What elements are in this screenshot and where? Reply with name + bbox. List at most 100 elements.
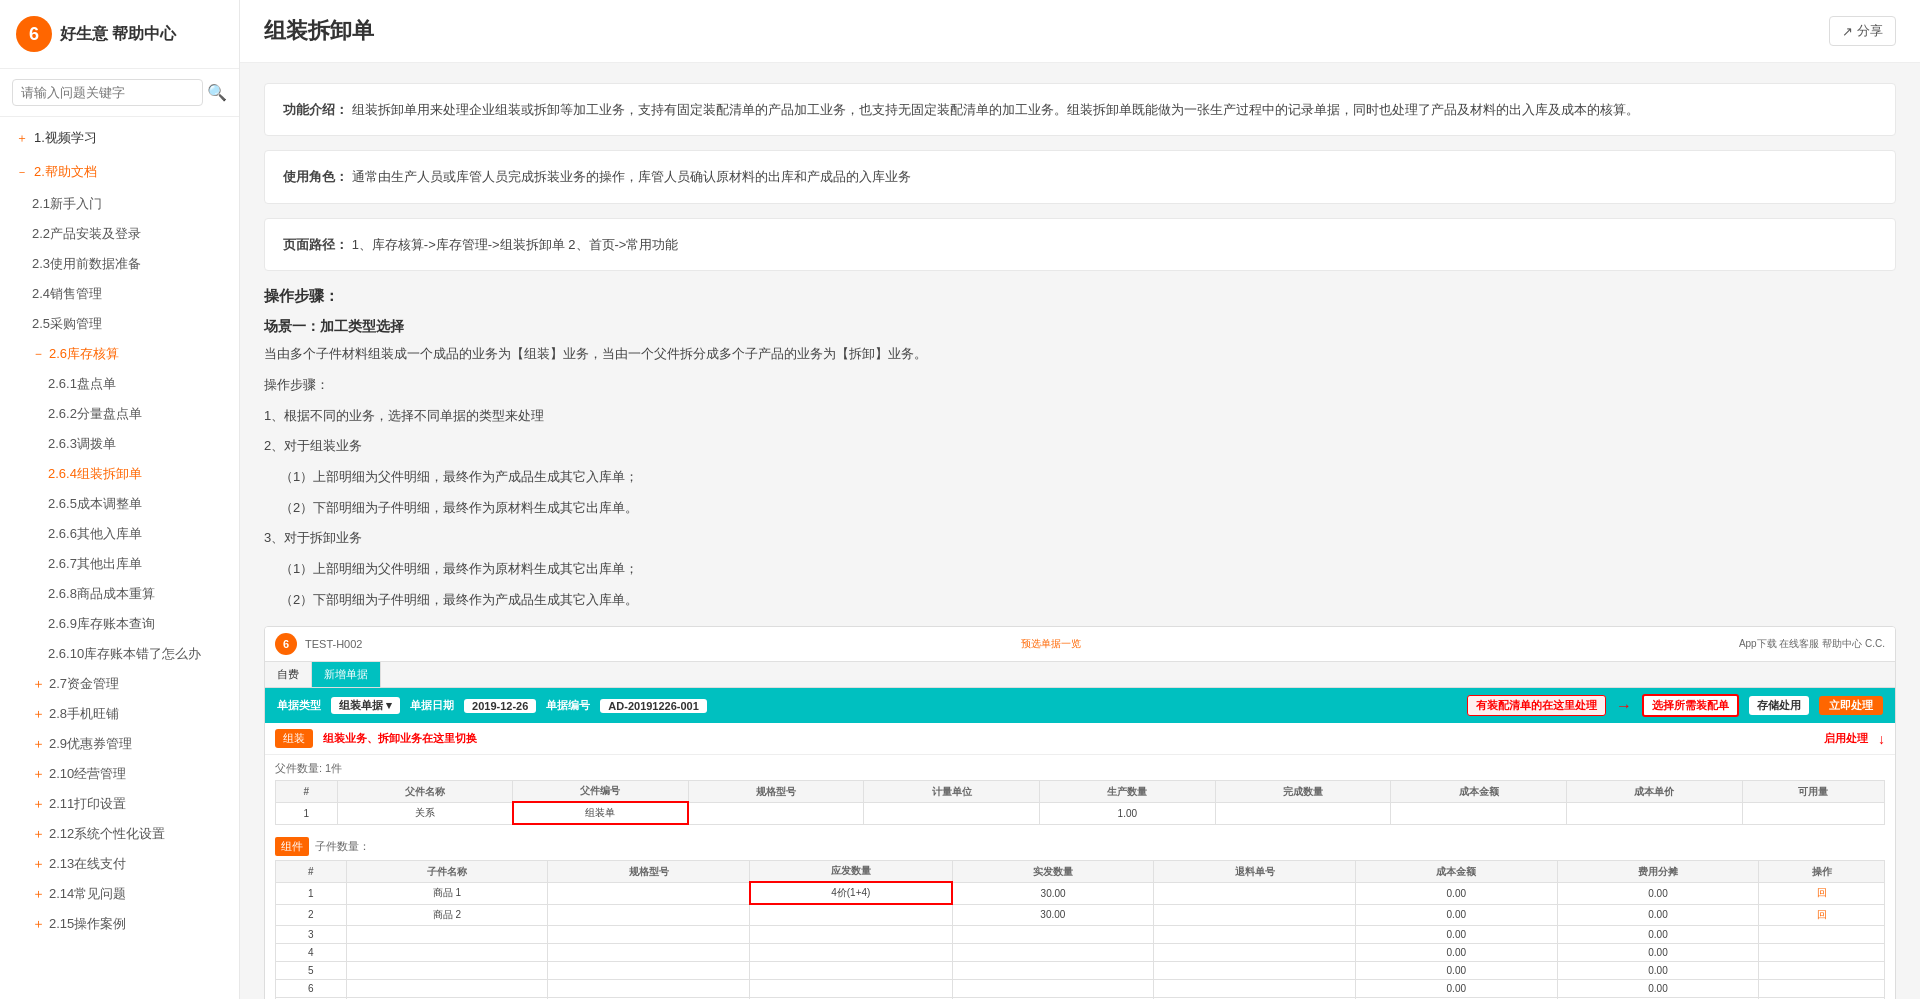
sidebar-item-2.7[interactable]: ＋ 2.7资金管理 [0,669,239,699]
sidebar-item-video[interactable]: ＋ 1.视频学习 [0,121,239,155]
steps-title: 操作步骤： [264,287,1896,306]
scene1-desc: 当由多个子件材料组装成一个成品的业务为【组装】业务，当由一个父件拆分成多个子产品… [264,342,1896,367]
table-row: 2 商品 2 30.00 0.00 0.00 回 [276,904,1885,925]
sidebar-item-2.13[interactable]: ＋ 2.13在线支付 [0,849,239,879]
table-row: 1 关系 组装单 1.00 [276,802,1885,824]
sidebar-item-2.14[interactable]: ＋ 2.14常见问题 [0,879,239,909]
search-button[interactable]: 🔍 [207,83,227,102]
sidebar-item-sales[interactable]: 2.4销售管理 [0,279,239,309]
teal-header-bar: 单据类型 组装单据 ▾ 单据日期 2019-12-26 单据编号 AD-2019… [265,688,1895,723]
col-produce-qty: 生产数量 [1040,781,1216,803]
col-done-qty: 完成数量 [1215,781,1391,803]
step1-text: 1、根据不同的业务，选择不同单据的类型来处理 [264,404,1896,429]
minus-icon-inventory: － [32,345,45,363]
plus-icon-2.10: ＋ [32,765,45,783]
action-link-1[interactable]: 回 [1817,887,1827,898]
tab-self-pay[interactable]: 自费 [265,662,312,687]
scene1-title: 场景一：加工类型选择 [264,318,1896,336]
sidebar-item-2.8[interactable]: ＋ 2.8手机旺铺 [0,699,239,729]
plus-icon-2.9: ＋ [32,735,45,753]
sidebar-logo: 6 好生意 帮助中心 [0,0,239,69]
sidebar-item-2.6.1[interactable]: 2.6.1盘点单 [0,369,239,399]
sidebar-item-data-prep[interactable]: 2.3使用前数据准备 [0,249,239,279]
date-value: 2019-12-26 [464,699,536,713]
sidebar-item-2.6.3[interactable]: 2.6.3调拨单 [0,429,239,459]
app-top-bar: 6 TEST-H002 预选单据一览 App下载 在线客服 帮助中心 C.C. [265,627,1895,662]
doc-type-value[interactable]: 组装单据 ▾ [331,697,400,714]
sidebar-item-purchase[interactable]: 2.5采购管理 [0,309,239,339]
path-label: 页面路径： [283,237,348,252]
app-top-right: App下载 在线客服 帮助中心 C.C. [1739,637,1885,651]
sidebar: 6 好生意 帮助中心 🔍 ＋ 1.视频学习 － 2.帮助文档 2.1新手入门 2… [0,0,240,999]
share-button[interactable]: ↗ 分享 [1829,16,1896,46]
sidebar-item-2.6.4[interactable]: 2.6.4组装拆卸单 [0,459,239,489]
upper-table-area: 父件数量: 1件 # 父件名称 父件编号 规格型号 计量单位 生产数量 完成数量… [265,755,1895,831]
plus-icon-2.15: ＋ [32,915,45,933]
sidebar-item-2.6.10[interactable]: 2.6.10库存账本错了怎么办 [0,639,239,669]
enable-annotation: 启用处理 [1824,731,1868,746]
col-parent-code: 父件编号 [513,781,689,803]
date-label: 单据日期 [410,698,454,713]
sidebar-item-inventory[interactable]: － 2.6库存核算 [0,339,239,369]
sidebar-item-2.6.5[interactable]: 2.6.5成本调整单 [0,489,239,519]
main-content-area: 组装拆卸单 ↗ 分享 功能介绍： 组装拆卸单用来处理企业组装或拆卸等加工业务，支… [240,0,1920,999]
step3-text: 3、对于拆卸业务 [264,526,1896,551]
sidebar-item-2.6.7[interactable]: 2.6.7其他出库单 [0,549,239,579]
nav-section: ＋ 1.视频学习 － 2.帮助文档 2.1新手入门 2.2产品安装及登录 2.3… [0,117,239,943]
sidebar-item-2.12[interactable]: ＋ 2.12系统个性化设置 [0,819,239,849]
func-intro-label: 功能介绍： [283,102,348,117]
sidebar-item-2.6.6[interactable]: 2.6.6其他入库单 [0,519,239,549]
annotation2-box: 选择所需装配单 [1642,694,1739,717]
sidebar-item-2.6.2[interactable]: 2.6.2分量盘点单 [0,399,239,429]
sidebar-search-area: 🔍 [0,69,239,117]
action-button[interactable]: 立即处理 [1819,696,1883,715]
sidebar-item-2.10[interactable]: ＋ 2.10经营管理 [0,759,239,789]
path-text: 1、库存核算->库存管理->组装拆卸单 2、首页->常用功能 [352,237,679,252]
app-logo: 6 [275,633,297,655]
app-new-doc-btn[interactable]: 预选单据一览 [1021,637,1081,651]
lower-table-area: 组件 子件数量： # 子件名称 规格型号 应发数量 实发数量 退料单号 成本金额 [265,831,1895,999]
lower-table: # 子件名称 规格型号 应发数量 实发数量 退料单号 成本金额 费用分摊 操作 [275,860,1885,999]
step2-1-text: （1）上部明细为父件明细，最终作为产成品生成其它入库单； [280,465,1896,490]
arrow1: → [1616,697,1632,715]
app-id: TEST-H002 [305,638,362,650]
sidebar-item-2.11[interactable]: ＋ 2.11打印设置 [0,789,239,819]
func-intro-text: 组装拆卸单用来处理企业组装或拆卸等加工业务，支持有固定装配清单的产品加工业务，也… [352,102,1639,117]
table-row: 40.000.00 [276,943,1885,961]
tab-new-doc[interactable]: 新增单据 [312,662,381,687]
annotation3-value[interactable]: 存储处用 [1749,696,1809,715]
sidebar-item-docs[interactable]: － 2.帮助文档 [0,155,239,189]
steps-label2: 操作步骤： [264,373,1896,398]
plus-icon-2.7: ＋ [32,675,45,693]
arrow-enable: ↓ [1878,731,1885,747]
upper-table-label: 父件数量: 1件 [275,761,1885,776]
share-icon: ↗ [1842,24,1853,39]
sidebar-item-install[interactable]: 2.2产品安装及登录 [0,219,239,249]
plus-icon-2.12: ＋ [32,825,45,843]
col-cost-price: 成本单价 [1566,781,1742,803]
sidebar-item-2.6.8[interactable]: 2.6.8商品成本重算 [0,579,239,609]
plus-icon-2.8: ＋ [32,705,45,723]
step2-text: 2、对于组装业务 [264,434,1896,459]
step3-2-text: （2）下部明细为子件明细，最终作为产成品生成其它入库单。 [280,588,1896,613]
action-link-2[interactable]: 回 [1817,909,1827,920]
orange-label: 组件 [275,837,309,856]
table-row: 60.000.00 [276,979,1885,997]
annotation1-text: 有装配清单的在这里处理 [1467,695,1606,716]
sidebar-item-2.6.9[interactable]: 2.6.9库存账本查询 [0,609,239,639]
app-tabs-bar: 自费 新增单据 [265,662,1895,688]
role-block: 使用角色： 通常由生产人员或库管人员完成拆装业务的操作，库管人员确认原材料的出库… [264,150,1896,203]
main-content-scroll: 功能介绍： 组装拆卸单用来处理企业组装或拆卸等加工业务，支持有固定装配清单的产品… [240,63,1920,999]
doc-num-value: AD-20191226-001 [600,699,707,713]
sidebar-item-2.15[interactable]: ＋ 2.15操作案例 [0,909,239,939]
table-row: 1 商品 1 4价(1+4) 30.00 0.00 0.00 回 [276,882,1885,904]
sidebar-item-new-user[interactable]: 2.1新手入门 [0,189,239,219]
search-input[interactable] [12,79,203,106]
logo-icon: 6 [16,16,52,52]
sidebar-item-2.9[interactable]: ＋ 2.9优惠券管理 [0,729,239,759]
upper-table: # 父件名称 父件编号 规格型号 计量单位 生产数量 完成数量 成本金额 成本单… [275,780,1885,825]
table-row: 50.000.00 [276,961,1885,979]
role-text: 通常由生产人员或库管人员完成拆装业务的操作，库管人员确认原材料的出库和产成品的入… [352,169,911,184]
switch-btn[interactable]: 组装 [275,729,313,748]
plus-icon-2.13: ＋ [32,855,45,873]
